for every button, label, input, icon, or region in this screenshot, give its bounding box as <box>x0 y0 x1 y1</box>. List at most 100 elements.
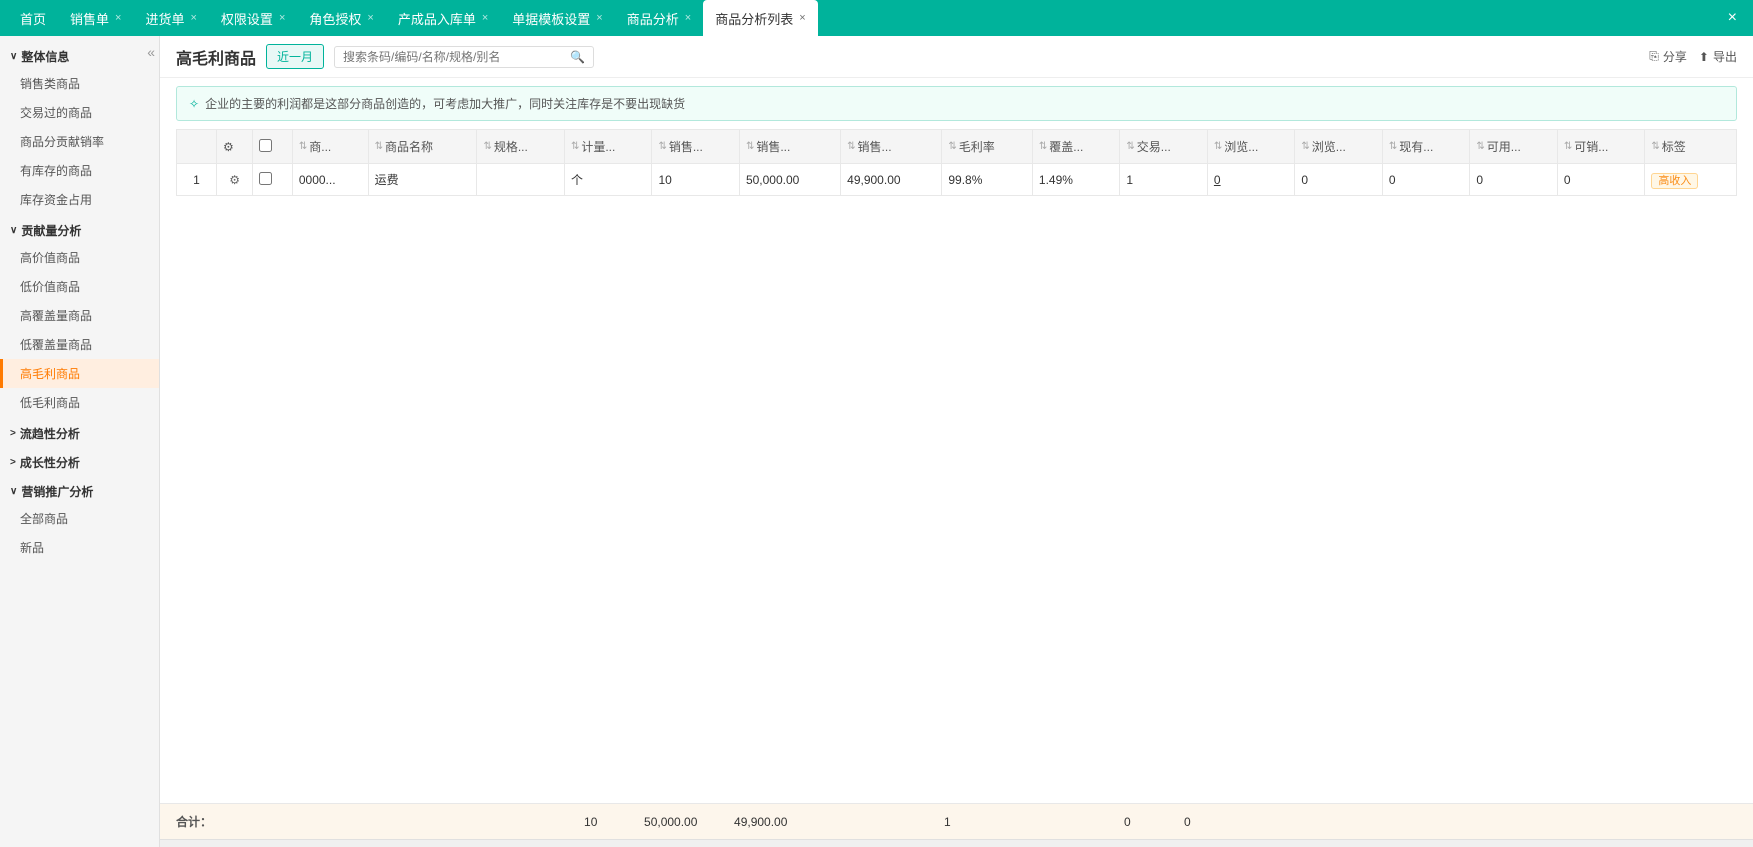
sidebar-item-新品[interactable]: 新品 <box>0 533 159 562</box>
sort-icon-coverage[interactable]: ⇅ <box>1039 141 1047 152</box>
sidebar-item-高价值商品[interactable]: 高价值商品 <box>0 243 159 272</box>
cell-tag: 高收入 <box>1645 164 1737 196</box>
footer-cell-transaction: 1 <box>938 815 998 829</box>
row-checkbox[interactable] <box>259 172 272 185</box>
sidebar-group-营销推广分析[interactable]: ∨营销推广分析 <box>0 475 159 504</box>
nav-item-权限设置[interactable]: 权限设置× <box>209 0 297 36</box>
col-label-view1: 浏览... <box>1224 138 1258 155</box>
chevron-icon: ∨ <box>10 225 17 236</box>
sort-icon-transaction[interactable]: ⇅ <box>1126 141 1134 152</box>
col-label-sales_profit: 销售... <box>858 138 892 155</box>
nav-item-销售单[interactable]: 销售单× <box>58 0 133 36</box>
col-header-spec: ⇅规格... <box>477 130 565 164</box>
select-all-checkbox[interactable] <box>259 139 272 152</box>
nav-close-icon[interactable]: × <box>115 12 121 24</box>
sidebar-item-销售类商品[interactable]: 销售类商品 <box>0 69 159 98</box>
sidebar-item-商品分贡献销率[interactable]: 商品分贡献销率 <box>0 127 159 156</box>
sort-icon-gross_margin[interactable]: ⇅ <box>948 141 956 152</box>
col-header-checkbox[interactable] <box>253 130 293 164</box>
view-link[interactable]: 0 <box>1214 173 1221 187</box>
share-button[interactable]: ⎘ 分享 <box>1649 48 1687 65</box>
sort-icon-name[interactable]: ⇅ <box>375 141 383 152</box>
col-label-transaction: 交易... <box>1137 138 1171 155</box>
nav-close-icon[interactable]: × <box>482 12 488 24</box>
close-all-tabs[interactable]: × <box>1720 9 1745 27</box>
sidebar-item-低覆盖量商品[interactable]: 低覆盖量商品 <box>0 330 159 359</box>
footer-cell-empty7 <box>818 815 878 829</box>
sort-icon-view1[interactable]: ⇅ <box>1214 141 1222 152</box>
nav-item-进货单[interactable]: 进货单× <box>133 0 208 36</box>
col-label-view2: 浏览... <box>1312 138 1346 155</box>
sidebar-item-全部商品[interactable]: 全部商品 <box>0 504 159 533</box>
horizontal-scrollbar[interactable] <box>160 839 1753 847</box>
sort-icon-view2[interactable]: ⇅ <box>1301 141 1309 152</box>
nav-close-icon[interactable]: × <box>596 12 602 24</box>
cell-code: 0000... <box>292 164 368 196</box>
col-header-name: ⇅商品名称 <box>368 130 477 164</box>
footer-cell-sales_profit: 49,900.00 <box>728 815 818 829</box>
col-header-settings[interactable]: ⚙ <box>217 130 253 164</box>
col-label-name: 商品名称 <box>385 138 433 155</box>
tag-badge: 高收入 <box>1651 173 1698 189</box>
cell-view2: 0 <box>1295 164 1383 196</box>
sort-icon-available_stock[interactable]: ⇅ <box>1476 141 1484 152</box>
footer-cell-available_stock: 0 <box>1178 815 1238 829</box>
sort-icon-current_stock[interactable]: ⇅ <box>1389 141 1397 152</box>
sort-icon-sales_amount[interactable]: ⇅ <box>746 141 754 152</box>
cell-settings[interactable]: ⚙ <box>217 164 253 196</box>
sidebar-collapse-button[interactable]: « <box>147 44 155 60</box>
footer-cell-sales_amount: 50,000.00 <box>638 815 728 829</box>
table-wrapper: ⚙⇅商...⇅商品名称⇅规格...⇅计量...⇅销售...⇅销售...⇅销售..… <box>160 129 1753 803</box>
nav-close-icon[interactable]: × <box>190 12 196 24</box>
nav-close-icon[interactable]: × <box>799 12 805 24</box>
nav-close-icon[interactable]: × <box>279 12 285 24</box>
sort-icon-tag[interactable]: ⇅ <box>1651 141 1659 152</box>
nav-close-icon[interactable]: × <box>367 12 373 24</box>
col-label-settings: ⚙ <box>223 140 234 154</box>
cell-checkbox <box>253 164 293 196</box>
sort-icon-saleable_stock[interactable]: ⇅ <box>1564 141 1572 152</box>
footer-label: 合计： <box>176 813 212 830</box>
sidebar-item-低价值商品[interactable]: 低价值商品 <box>0 272 159 301</box>
cell-available_stock: 0 <box>1470 164 1558 196</box>
sidebar-item-高覆盖量商品[interactable]: 高覆盖量商品 <box>0 301 159 330</box>
sidebar-item-有库存的商品[interactable]: 有库存的商品 <box>0 156 159 185</box>
sort-icon-code[interactable]: ⇅ <box>299 141 307 152</box>
col-header-available_stock: ⇅可用... <box>1470 130 1558 164</box>
nav-item-商品分析[interactable]: 商品分析× <box>615 0 703 36</box>
sort-icon-unit[interactable]: ⇅ <box>571 141 579 152</box>
nav-item-商品分析列表[interactable]: 商品分析列表× <box>703 0 817 36</box>
cell-current_stock: 0 <box>1382 164 1470 196</box>
cell-transaction: 1 <box>1120 164 1208 196</box>
cell-view1: 0 <box>1207 164 1295 196</box>
filter-recent-month-button[interactable]: 近一月 <box>266 44 324 69</box>
nav-item-单据模板设置[interactable]: 单据模板设置× <box>500 0 614 36</box>
sidebar-group-流趋性分析[interactable]: >流趋性分析 <box>0 417 159 446</box>
nav-item-产成品入库单[interactable]: 产成品入库单× <box>386 0 500 36</box>
sort-icon-sales_qty[interactable]: ⇅ <box>658 141 666 152</box>
cell-unit: 个 <box>564 164 652 196</box>
search-icon[interactable]: 🔍 <box>570 50 585 64</box>
footer-cell-empty8 <box>878 815 938 829</box>
nav-item-角色授权[interactable]: 角色授权× <box>297 0 385 36</box>
sidebar-item-交易过的商品[interactable]: 交易过的商品 <box>0 98 159 127</box>
footer-bar: 合计： 1050,000.0049,900.00100 <box>160 803 1753 839</box>
col-header-view2: ⇅浏览... <box>1295 130 1383 164</box>
sidebar-group-整体信息[interactable]: ∨整体信息 <box>0 40 159 69</box>
footer-cell-empty9 <box>998 815 1058 829</box>
search-input[interactable] <box>343 50 570 64</box>
sidebar-group-成长性分析[interactable]: >成长性分析 <box>0 446 159 475</box>
col-label-coverage: 覆盖... <box>1049 138 1083 155</box>
sidebar-item-高毛利商品[interactable]: 高毛利商品 <box>0 359 159 388</box>
cell-sales_qty: 10 <box>652 164 740 196</box>
sort-icon-sales_profit[interactable]: ⇅ <box>847 141 855 152</box>
sidebar-item-库存资金占用[interactable]: 库存资金占用 <box>0 185 159 214</box>
export-button[interactable]: ⬆ 导出 <box>1699 48 1737 65</box>
nav-item-首页[interactable]: 首页 <box>8 0 58 36</box>
sidebar-item-低毛利商品[interactable]: 低毛利商品 <box>0 388 159 417</box>
sort-icon-spec[interactable]: ⇅ <box>483 141 491 152</box>
sidebar-group-贡献量分析[interactable]: ∨贡献量分析 <box>0 214 159 243</box>
page-title: 高毛利商品 <box>176 45 256 69</box>
col-header-num <box>177 130 217 164</box>
nav-close-icon[interactable]: × <box>685 12 691 24</box>
